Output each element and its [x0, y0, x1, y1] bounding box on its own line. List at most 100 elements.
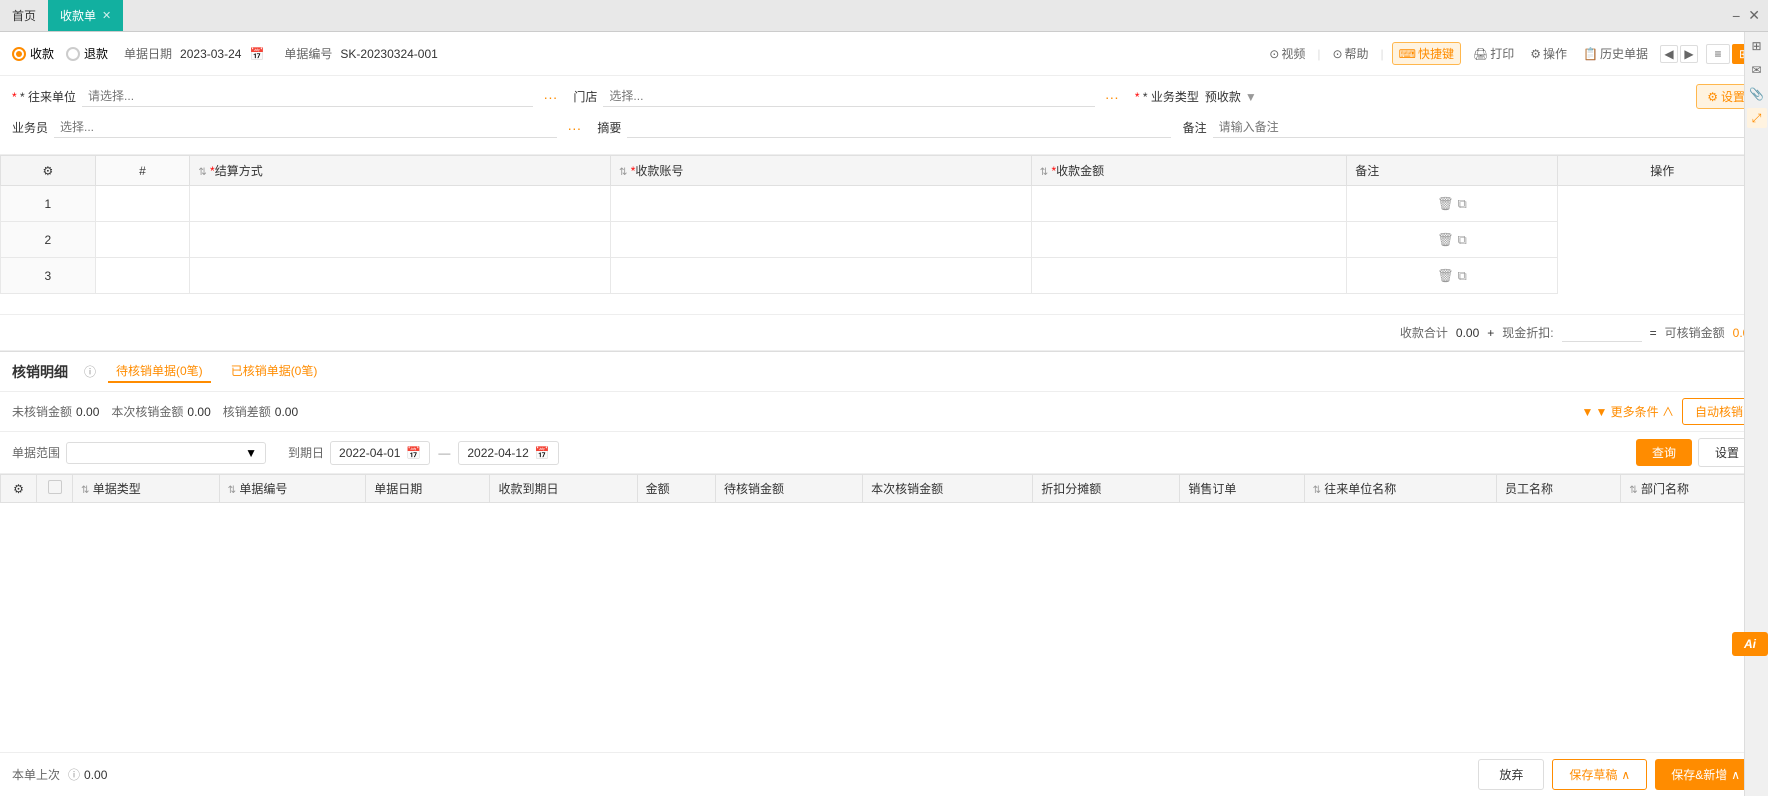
history-button[interactable]: 📋 历史单据 — [1579, 43, 1652, 64]
due-date-label: 到期日 — [288, 444, 324, 461]
help-button[interactable]: ⊙ 帮助 — [1328, 43, 1372, 64]
right-sidebar: ⊞ ✉ 📎 ⤢ — [1744, 32, 1768, 796]
end-date-input[interactable]: 2022-04-12 📅 — [458, 441, 558, 465]
col-header-gear[interactable]: ⚙ — [1, 156, 96, 186]
more-conditions-button[interactable]: ▼ ▼ 更多条件 ∧ — [1582, 403, 1674, 420]
store-more-icon[interactable]: ··· — [1101, 89, 1123, 105]
business-type-value: 预收款 — [1205, 88, 1241, 105]
form-row-2: 业务员 ··· 摘要 备注 — [12, 117, 1756, 138]
done-tab[interactable]: 已核销单据(0笔) — [223, 360, 326, 383]
col-header-action: 操作 — [1557, 156, 1767, 186]
doc-number-value: SK-20230324-001 — [340, 47, 437, 61]
info-icon[interactable]: ⓘ — [84, 363, 96, 380]
row-3-copy-icon[interactable]: ⧉ — [1458, 268, 1467, 284]
tab-bar: 首页 收款单 ✕ − ✕ — [0, 0, 1768, 32]
row-2-action: 🗑 ⧉ — [1347, 222, 1557, 258]
start-date-input[interactable]: 2022-04-01 📅 — [330, 441, 430, 465]
sidebar-table-icon[interactable]: ⊞ — [1747, 36, 1767, 56]
counterparty-input[interactable] — [82, 86, 533, 107]
row-3-settlement[interactable] — [95, 258, 190, 294]
row-2-account[interactable] — [190, 222, 611, 258]
minimize-icon[interactable]: − — [1732, 8, 1740, 24]
row-1-settlement[interactable] — [95, 186, 190, 222]
receipt-radio[interactable]: 收款 — [12, 45, 54, 62]
tab-close-icon[interactable]: ✕ — [102, 9, 111, 22]
discount-input[interactable] — [1562, 323, 1642, 342]
window-controls: − ✕ — [1716, 7, 1768, 24]
end-date-calendar-icon[interactable]: 📅 — [535, 446, 550, 460]
store-field: 门店 ··· — [573, 86, 1122, 107]
toolbar-right: ⊙ 视频 | ⊙ 帮助 | ⌨ 快捷键 🖨 打印 ⚙ 操作 📋 — [1265, 42, 1756, 65]
print-button[interactable]: 🖨 打印 — [1469, 43, 1518, 64]
row-2-delete-icon[interactable]: 🗑 — [1437, 232, 1454, 248]
row-1-delete-icon[interactable]: 🗑 — [1437, 196, 1454, 212]
shortcut-button[interactable]: ⌨ 快捷键 — [1392, 42, 1461, 65]
col-header-remark: 备注 — [1347, 156, 1557, 186]
row-3-delete-icon[interactable]: 🗑 — [1437, 268, 1454, 284]
operation-button[interactable]: ⚙ 操作 — [1526, 43, 1571, 64]
remark-input[interactable] — [1213, 117, 1756, 138]
tab-receipt[interactable]: 收款单 ✕ — [48, 0, 123, 31]
row-1-copy-icon[interactable]: ⧉ — [1458, 196, 1467, 212]
next-arrow[interactable]: ▶ — [1680, 45, 1698, 63]
btcol-type: ⇅ 单据类型 — [73, 475, 220, 503]
row-2-amount[interactable] — [611, 222, 1032, 258]
row-3-amount[interactable] — [611, 258, 1032, 294]
tab-home[interactable]: 首页 — [0, 0, 48, 31]
footer-info-icon[interactable]: ⓘ — [68, 766, 80, 783]
operation-label: 操作 — [1543, 45, 1567, 62]
business-type-selector[interactable]: 预收款 ▼ — [1205, 88, 1257, 105]
range-selector[interactable]: ▼ — [66, 442, 266, 464]
col-header-num: # — [95, 156, 190, 186]
close-icon[interactable]: ✕ — [1748, 7, 1760, 24]
discard-button[interactable]: 放弃 — [1478, 759, 1544, 790]
verification-title: 核销明细 — [12, 362, 68, 382]
query-button[interactable]: 查询 — [1636, 439, 1692, 466]
pending-tab[interactable]: 待核销单据(0笔) — [108, 360, 211, 383]
receipt-table: ⚙ # ⇅ *结算方式 ⇅ *收款账号 ⇅ *收款金额 备注 操作 1 — [0, 155, 1768, 294]
btcol-pending: 待核销金额 — [715, 475, 862, 503]
row-1-account[interactable] — [190, 186, 611, 222]
list-view-icon[interactable]: ≡ — [1706, 44, 1730, 64]
store-input[interactable] — [603, 86, 1094, 107]
divider-1: | — [1317, 47, 1320, 61]
row-1-amount[interactable] — [611, 186, 1032, 222]
summary-input[interactable] — [627, 117, 1170, 138]
btcol-gear[interactable]: ⚙ — [1, 475, 37, 503]
verification-table: ⚙ ⇅ 单据类型 ⇅ 单据编号 单据日期 收款到期日 金额 待核销金额 本次核销… — [0, 474, 1768, 503]
row-1-remark[interactable] — [1031, 186, 1347, 222]
save-new-button[interactable]: 保存&新增 ∧ — [1655, 759, 1756, 790]
video-button[interactable]: ⊙ 视频 — [1265, 43, 1309, 64]
row-2-copy-icon[interactable]: ⧉ — [1458, 232, 1467, 248]
salesperson-input[interactable] — [54, 117, 557, 138]
counterparty-more-icon[interactable]: ··· — [539, 89, 561, 105]
row-3-account[interactable] — [190, 258, 611, 294]
ai-badge[interactable]: Ai — [1732, 632, 1768, 656]
date-range-row: 单据范围 ▼ 到期日 2022-04-01 📅 — 2022-04-12 📅 查… — [0, 432, 1768, 474]
business-type-chevron[interactable]: ▼ — [1245, 90, 1257, 104]
footer-info: 本单上次 ⓘ 0.00 — [12, 766, 107, 783]
doc-date-calendar-icon[interactable]: 📅 — [249, 47, 264, 61]
return-radio[interactable]: 退款 — [66, 45, 108, 62]
save-draft-button[interactable]: 保存草稿 ∧ — [1552, 759, 1647, 790]
footer: 本单上次 ⓘ 0.00 放弃 保存草稿 ∧ 保存&新增 ∧ — [0, 752, 1768, 796]
salesperson-more-icon[interactable]: ··· — [563, 120, 585, 136]
start-date-calendar-icon[interactable]: 📅 — [406, 446, 421, 460]
sidebar-expand-icon[interactable]: ⤢ — [1747, 108, 1767, 128]
prev-arrow[interactable]: ◀ — [1660, 45, 1678, 63]
row-3-remark[interactable] — [1031, 258, 1347, 294]
row-2-remark[interactable] — [1031, 222, 1347, 258]
select-all-checkbox[interactable] — [48, 480, 62, 494]
sidebar-attach-icon[interactable]: 📎 — [1747, 84, 1767, 104]
btcol-current: 本次核销金额 — [863, 475, 1033, 503]
doc-date-value: 2023-03-24 — [180, 47, 241, 61]
sidebar-envelope-icon[interactable]: ✉ — [1747, 60, 1767, 80]
tab-receipt-label: 收款单 — [60, 7, 96, 24]
header-toolbar: 收款 退款 单据日期 2023-03-24 📅 单据编号 SK-20230324… — [0, 32, 1768, 76]
btcol-employee: 员工名称 — [1497, 475, 1621, 503]
table-row: 1 🗑 ⧉ — [1, 186, 1768, 222]
table-row: 2 🗑 ⧉ — [1, 222, 1768, 258]
row-2-settlement[interactable] — [95, 222, 190, 258]
receipt-radio-label: 收款 — [30, 45, 54, 62]
row-1-action: 🗑 ⧉ — [1347, 186, 1557, 222]
